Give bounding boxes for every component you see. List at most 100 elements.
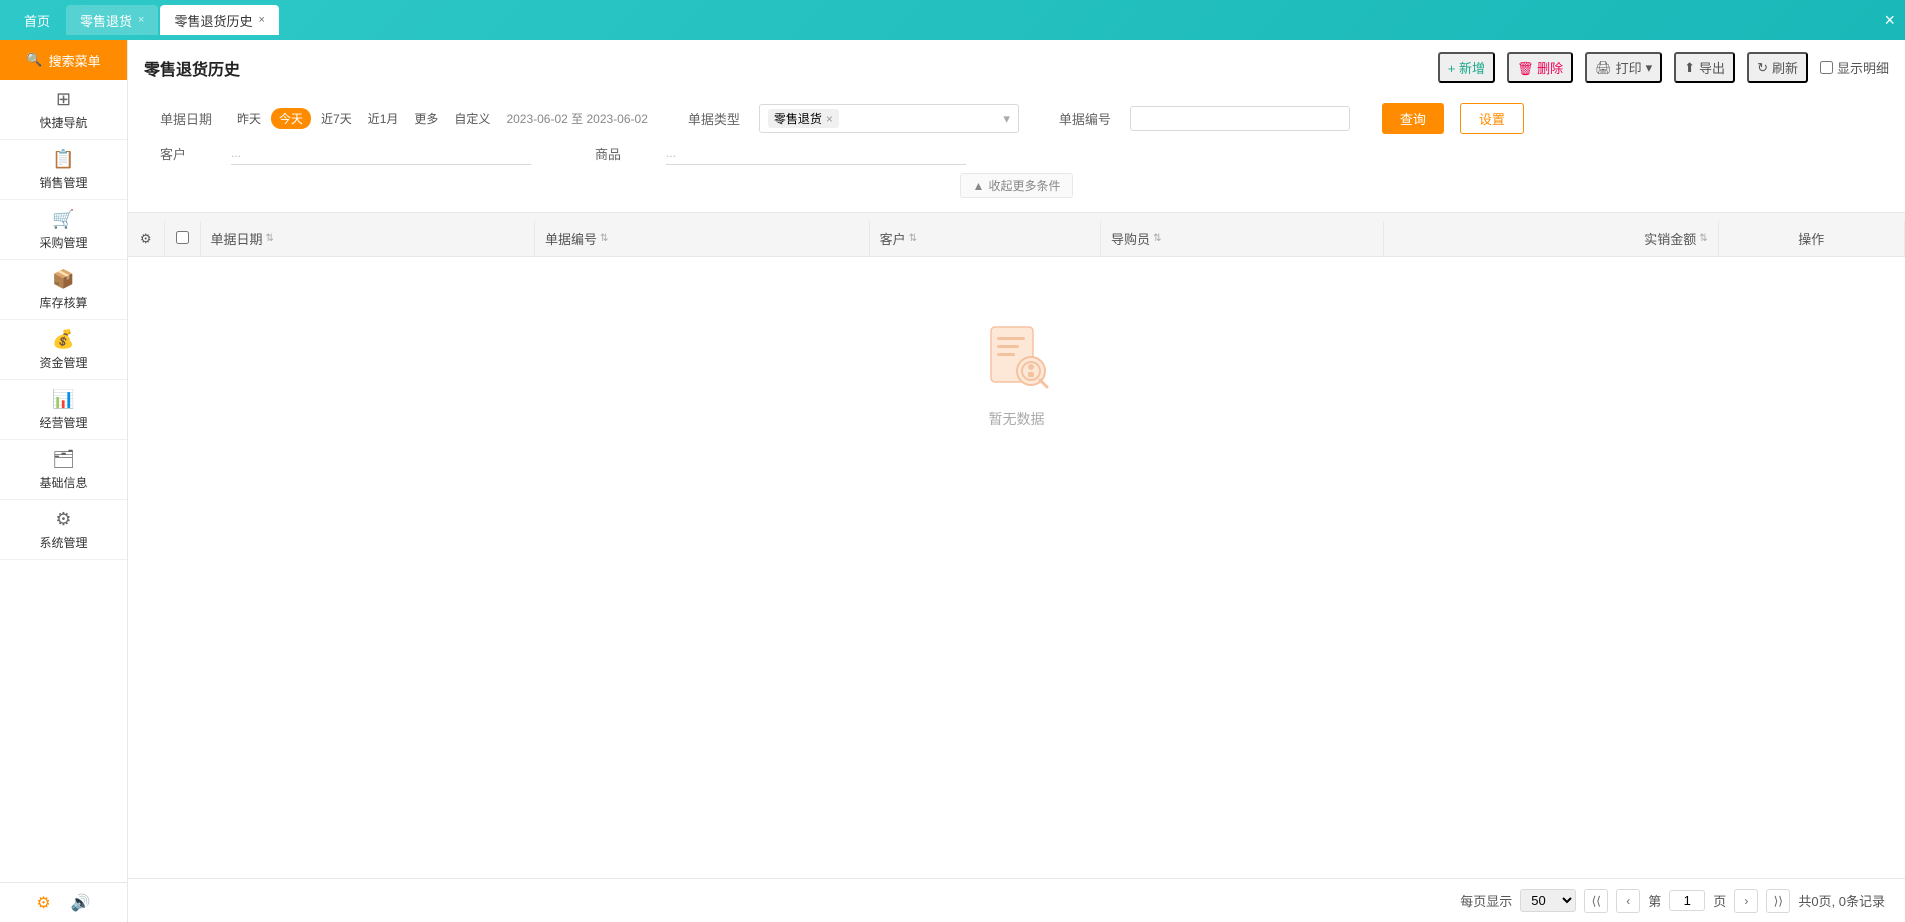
display-detail-input[interactable] xyxy=(1820,61,1833,74)
sidebar-item-finance[interactable]: 💰 资金管理 xyxy=(0,320,127,380)
main-content: 零售退货历史 + 新增 🗑 删除 🖨 打印 ▾ ⬆ 导出 ↻ xyxy=(128,40,1905,922)
table-header: ⚙ 单据日期 ⇅ 单据编号 xyxy=(128,221,1905,257)
col-doc-date[interactable]: 单据日期 ⇅ xyxy=(200,221,535,257)
select-all-checkbox[interactable] xyxy=(176,231,189,244)
refresh-icon: ↻ xyxy=(1757,60,1768,76)
sidebar-item-inventory[interactable]: 📦 库存核算 xyxy=(0,260,127,320)
finance-icon: 💰 xyxy=(52,329,74,350)
doc-type-label: 单据类型 xyxy=(688,109,743,128)
tab-home[interactable]: 首页 xyxy=(10,5,64,35)
date-btn-more[interactable]: 更多 xyxy=(408,108,444,129)
col-customer[interactable]: 客户 ⇅ xyxy=(869,221,1100,257)
empty-state: 暂无数据 xyxy=(128,257,1905,489)
display-detail-checkbox[interactable]: 显示明细 xyxy=(1820,58,1889,77)
table-checkbox-column xyxy=(164,221,200,257)
doc-number-label: 单据编号 xyxy=(1059,109,1114,128)
sidebar-item-quick-nav[interactable]: ⊞ 快捷导航 xyxy=(0,80,127,140)
doc-number-input[interactable] xyxy=(1130,106,1350,131)
sidebar-item-system[interactable]: ⚙ 系统管理 xyxy=(0,500,127,560)
query-button[interactable]: 查询 xyxy=(1382,103,1444,134)
page-next-button[interactable]: › xyxy=(1734,889,1758,913)
operations-icon: 📊 xyxy=(52,389,74,410)
doc-type-tag: 零售退货 × xyxy=(768,109,839,128)
table-settings-icon[interactable]: ⚙ xyxy=(140,231,152,246)
sidebar-footer: ⚙ 🔊 xyxy=(0,882,127,922)
purchase-icon: 🛒 xyxy=(52,209,74,230)
table-container: ⚙ 单据日期 ⇅ 单据编号 xyxy=(128,221,1905,878)
export-label: 导出 xyxy=(1699,58,1725,77)
refresh-button[interactable]: ↻ 刷新 xyxy=(1747,52,1808,83)
tab-list: 首页 零售退货 × 零售退货历史 × xyxy=(10,5,1884,35)
page-header: 零售退货历史 + 新增 🗑 删除 🖨 打印 ▾ ⬆ 导出 ↻ xyxy=(128,40,1905,213)
page-first-button[interactable]: ⟨⟨ xyxy=(1584,889,1608,913)
basic-info-icon: 🗂 xyxy=(52,449,75,470)
col-guide[interactable]: 导购员 ⇅ xyxy=(1101,221,1384,257)
sidebar-item-basic-info-label: 基础信息 xyxy=(39,474,87,491)
page-title: 零售退货历史 xyxy=(144,56,240,80)
sidebar-item-inventory-label: 库存核算 xyxy=(39,294,87,311)
col-amount-sort-icon: ⇅ xyxy=(1699,233,1707,244)
delete-button[interactable]: 🗑 删除 xyxy=(1507,52,1573,83)
date-btn-today[interactable]: 今天 xyxy=(271,108,311,129)
date-btn-custom[interactable]: 自定义 xyxy=(448,108,496,129)
tab-retail-return-history-close[interactable]: × xyxy=(258,14,264,26)
col-doc-date-sort-icon: ⇅ xyxy=(266,233,274,244)
col-doc-number[interactable]: 单据编号 ⇅ xyxy=(535,221,870,257)
date-filter-buttons: 昨天 今天 近7天 近1月 更多 自定义 2023-06-02 至 2023-0… xyxy=(231,108,648,129)
app-layout: 🔍 搜索菜单 ⊞ 快捷导航 📋 销售管理 🛒 采购管理 📦 库存核算 💰 资金管… xyxy=(0,40,1905,922)
sidebar-item-sales-label: 销售管理 xyxy=(39,174,87,191)
sidebar-volume-icon[interactable]: 🔊 xyxy=(71,893,91,913)
sidebar-item-basic-info[interactable]: 🗂 基础信息 xyxy=(0,440,127,500)
tab-retail-return-history[interactable]: 零售退货历史 × xyxy=(160,5,278,35)
toolbar: + 新增 🗑 删除 🖨 打印 ▾ ⬆ 导出 ↻ 刷新 xyxy=(1438,52,1889,83)
col-customer-label: 客户 xyxy=(880,229,906,248)
page-unit: 页 xyxy=(1713,891,1726,910)
customer-input[interactable]: ... xyxy=(231,142,531,165)
sidebar-item-operations-label: 经营管理 xyxy=(39,414,87,431)
tab-retail-return-close[interactable]: × xyxy=(138,14,144,26)
product-input[interactable]: ... xyxy=(666,142,966,165)
quick-nav-icon: ⊞ xyxy=(56,89,71,110)
date-btn-yesterday[interactable]: 昨天 xyxy=(231,108,267,129)
sidebar-item-purchase[interactable]: 🛒 采购管理 xyxy=(0,200,127,260)
new-button[interactable]: + 新增 xyxy=(1438,52,1495,83)
page-number-input[interactable]: 1 xyxy=(1669,890,1705,911)
table-header-row: ⚙ 单据日期 ⇅ 单据编号 xyxy=(128,221,1905,257)
page-size-select[interactable]: 50 20 100 xyxy=(1520,889,1576,912)
col-action: 操作 xyxy=(1718,221,1904,257)
col-doc-number-label: 单据编号 xyxy=(545,229,597,248)
inventory-icon: 📦 xyxy=(52,269,74,290)
collapse-icon: ▲ xyxy=(973,179,985,193)
window-close-icon[interactable]: × xyxy=(1884,10,1895,31)
col-guide-sort-icon: ⇅ xyxy=(1153,233,1161,244)
page-prev-button[interactable]: ‹ xyxy=(1616,889,1640,913)
sidebar: 🔍 搜索菜单 ⊞ 快捷导航 📋 销售管理 🛒 采购管理 📦 库存核算 💰 资金管… xyxy=(0,40,128,922)
tab-retail-return[interactable]: 零售退货 × xyxy=(66,5,158,35)
date-btn-1month[interactable]: 近1月 xyxy=(362,108,405,129)
sidebar-item-sales[interactable]: 📋 销售管理 xyxy=(0,140,127,200)
customer-filter-label: 客户 xyxy=(160,144,215,163)
setting-button[interactable]: 设置 xyxy=(1460,103,1524,134)
col-doc-date-label: 单据日期 xyxy=(211,229,263,248)
tab-retail-return-history-label: 零售退货历史 xyxy=(174,11,252,30)
customer-placeholder: ... xyxy=(231,146,241,160)
col-amount-label: 实销金额 xyxy=(1644,229,1696,248)
print-dropdown-icon: ▾ xyxy=(1646,60,1653,76)
page-word: 第 xyxy=(1648,891,1661,910)
page-last-button[interactable]: ⟩⟩ xyxy=(1766,889,1790,913)
print-icon: 🖨 xyxy=(1595,60,1612,76)
print-button[interactable]: 🖨 打印 ▾ xyxy=(1585,52,1662,83)
sidebar-settings-icon[interactable]: ⚙ xyxy=(36,893,50,913)
product-placeholder: ... xyxy=(666,146,676,160)
collapse-button[interactable]: ▲ 收起更多条件 xyxy=(960,173,1074,198)
page-title-row: 零售退货历史 + 新增 🗑 删除 🖨 打印 ▾ ⬆ 导出 ↻ xyxy=(144,52,1889,83)
col-amount[interactable]: 实销金额 ⇅ xyxy=(1384,221,1719,257)
sidebar-search[interactable]: 🔍 搜索菜单 xyxy=(0,40,127,80)
table-settings-column[interactable]: ⚙ xyxy=(128,221,164,257)
sidebar-item-operations[interactable]: 📊 经营管理 xyxy=(0,380,127,440)
doc-type-remove-icon[interactable]: × xyxy=(826,112,833,126)
doc-type-select[interactable]: 零售退货 × ▾ xyxy=(759,104,1019,133)
tab-retail-return-label: 零售退货 xyxy=(80,11,132,30)
export-button[interactable]: ⬆ 导出 xyxy=(1674,52,1735,83)
date-btn-7days[interactable]: 近7天 xyxy=(315,108,358,129)
